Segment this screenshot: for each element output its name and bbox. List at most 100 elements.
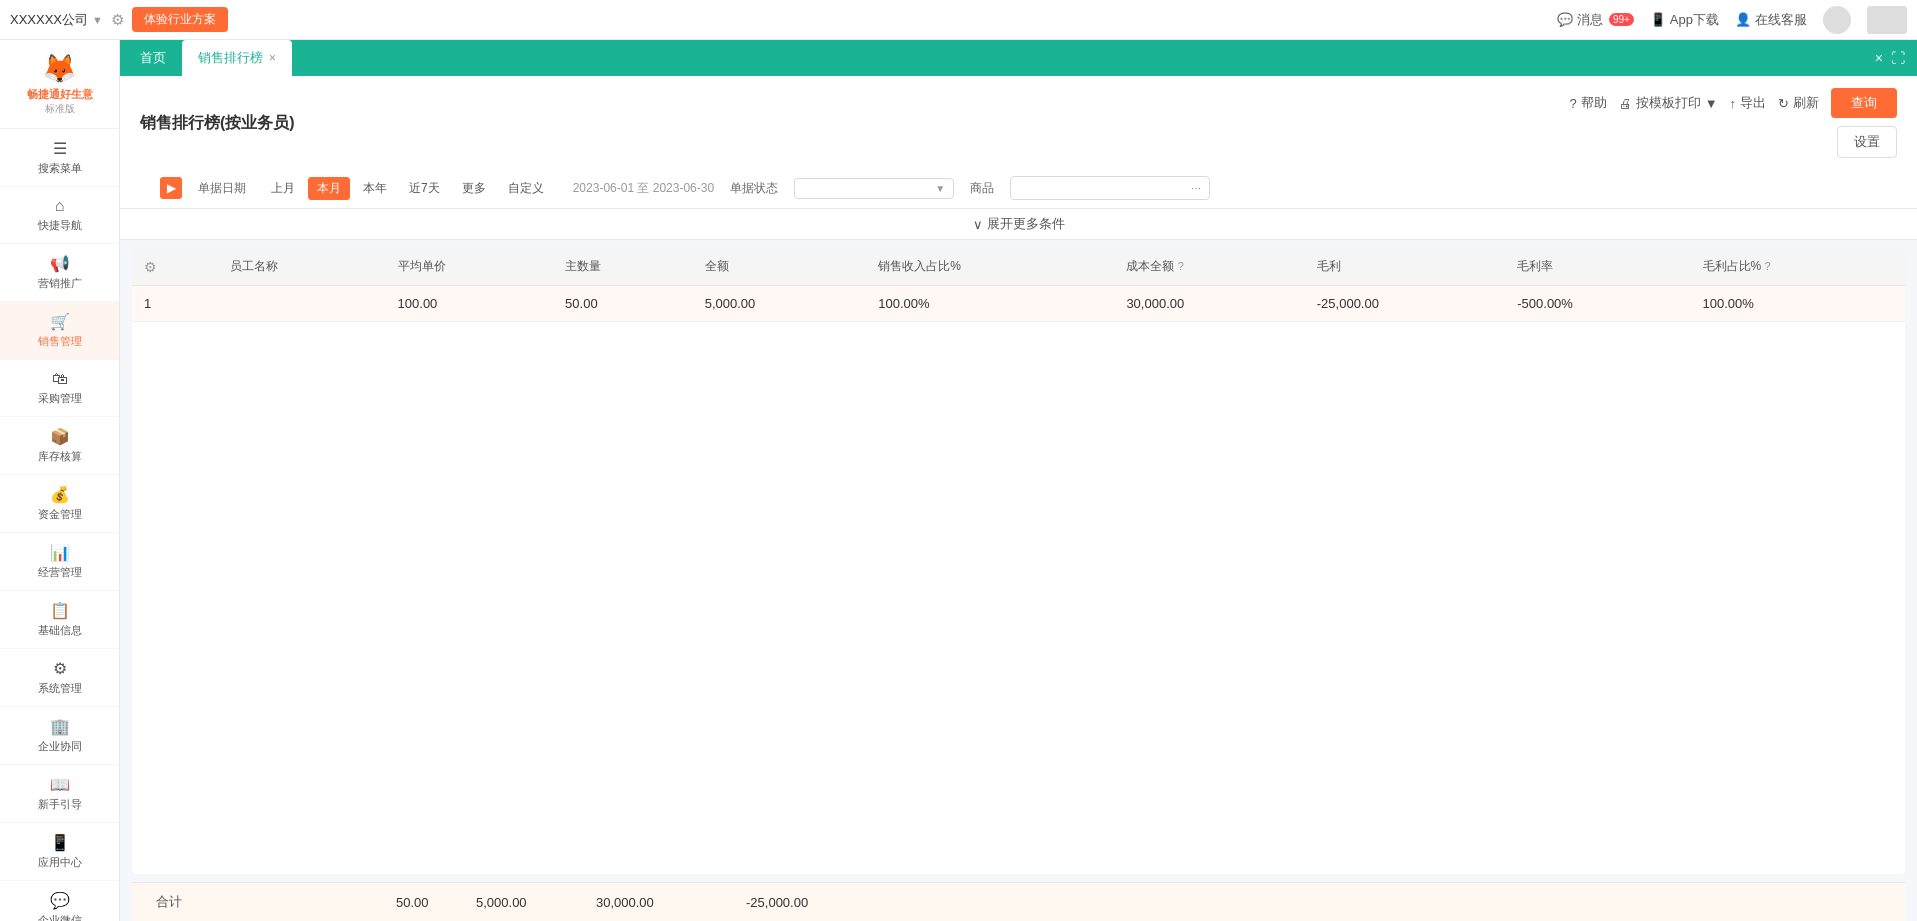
date-btn-custom[interactable]: 自定义 [499, 177, 553, 200]
sidebar-label-wechat: 企业微信 [38, 913, 82, 921]
status-label: 单据状态 [730, 180, 778, 197]
date-btn-7days[interactable]: 近7天 [400, 177, 449, 200]
sidebar-label-corp: 企业协同 [38, 739, 82, 754]
date-btn-more[interactable]: 更多 [453, 177, 495, 200]
sidebar-label-sales: 销售管理 [38, 334, 82, 349]
tab-maximize-icon[interactable]: ⛶ [1891, 50, 1905, 66]
sidebar-item-basic[interactable]: 📋 基础信息 [0, 591, 119, 649]
logo-icon: 🦊 [42, 52, 77, 85]
trial-button[interactable]: 体验行业方案 [132, 7, 228, 32]
sidebar-item-marketing[interactable]: 📢 营销推广 [0, 244, 119, 302]
page-header: 销售排行榜(按业务员) ? 帮助 🖨 按模板打印 ▼ [120, 76, 1917, 209]
help-button[interactable]: ? 帮助 [1569, 94, 1606, 112]
goods-input[interactable]: ··· [1010, 176, 1210, 200]
sales-icon: 🛒 [50, 312, 70, 331]
sidebar-item-system[interactable]: ⚙ 系统管理 [0, 649, 119, 707]
finance-icon: 💰 [50, 485, 70, 504]
sidebar-item-corp[interactable]: 🏢 企业协同 [0, 707, 119, 765]
sidebar-logo: 🦊 畅捷通好生意 标准版 [0, 40, 119, 129]
col-avg-price: 平均单价 [386, 248, 554, 286]
date-btn-this-year[interactable]: 本年 [354, 177, 396, 200]
col-qty: 主数量 [553, 248, 693, 286]
message-button[interactable]: 💬 消息 99+ [1557, 11, 1634, 29]
sidebar-item-purchase[interactable]: 🛍 采购管理 [0, 360, 119, 417]
guide-icon: 📖 [50, 775, 70, 794]
cell-cost: 30,000.00 [1114, 286, 1304, 322]
sidebar-item-operation[interactable]: 📊 经营管理 [0, 533, 119, 591]
filter-toggle-btn[interactable]: ▶ [160, 177, 182, 199]
top-bar: XXXXXX公司 ▼ ⚙ 体验行业方案 💬 消息 99+ 📱 App下载 👤 在… [0, 0, 1917, 40]
date-btn-this-month[interactable]: 本月 [308, 177, 350, 200]
gross-pct-help-icon[interactable]: ? [1765, 260, 1771, 272]
logo-sub: 标准版 [45, 102, 75, 116]
print-icon: 🖨 [1619, 96, 1632, 111]
avatar[interactable] [1823, 6, 1851, 34]
date-range: 2023-06-01 至 2023-06-30 [573, 180, 714, 197]
help-icon: ? [1569, 96, 1576, 111]
col-settings-icon[interactable]: ⚙ [144, 259, 157, 275]
status-select[interactable]: ▼ [794, 178, 954, 199]
cell-avg-price: 100.00 [386, 286, 554, 322]
sidebar-item-finance[interactable]: 💰 资金管理 [0, 475, 119, 533]
sidebar-label-search: 搜索菜单 [38, 161, 82, 176]
message-icon: 💬 [1557, 12, 1573, 27]
settings-button[interactable]: 设置 [1837, 126, 1897, 158]
refresh-icon: ↻ [1778, 96, 1789, 111]
home-icon: ⌂ [55, 197, 65, 215]
content-area: 首页 销售排行榜 × × ⛶ 销售排行榜(按业务员) ? [120, 40, 1917, 921]
company-settings-icon[interactable]: ⚙ [111, 11, 124, 29]
data-table: ⚙ 员工名称 平均单价 主数量 全额 销售收入占比% 成本全额 ? 毛利 毛利率… [132, 248, 1905, 322]
sidebar-label-finance: 资金管理 [38, 507, 82, 522]
goods-more-icon[interactable]: ··· [1191, 181, 1201, 195]
print-button[interactable]: 🖨 按模板打印 ▼ [1619, 94, 1718, 112]
purchase-icon: 🛍 [52, 370, 68, 388]
query-button[interactable]: 查询 [1831, 88, 1897, 118]
sidebar-item-apps[interactable]: 📱 应用中心 [0, 823, 119, 881]
main-layout: 🦊 畅捷通好生意 标准版 ☰ 搜索菜单 ⌂ 快捷导航 📢 营销推广 🛒 销售管理… [0, 40, 1917, 921]
print-chevron-icon: ▼ [1705, 96, 1718, 111]
cell-qty: 50.00 [553, 286, 693, 322]
sidebar-label-purchase: 采购管理 [38, 391, 82, 406]
tab-close-icon[interactable]: × [269, 51, 276, 65]
company-name: XXXXXX公司 [10, 11, 88, 29]
sidebar-item-wechat[interactable]: 💬 企业微信 [0, 881, 119, 921]
expand-button[interactable]: ∨ 展开更多条件 [973, 215, 1065, 233]
col-amount: 全额 [693, 248, 867, 286]
app-download-button[interactable]: 📱 App下载 [1650, 11, 1719, 29]
company-selector[interactable]: XXXXXX公司 ▼ [10, 11, 103, 29]
tab-home-label: 首页 [140, 49, 166, 67]
sidebar-label-quick: 快捷导航 [38, 218, 82, 233]
sidebar-label-operation: 经营管理 [38, 565, 82, 580]
cost-help-icon[interactable]: ? [1178, 260, 1184, 272]
filter-row: ▶ 单据日期 上月 本月 本年 近7天 更多 自定义 2023-06-01 至 … [140, 168, 1897, 208]
search-menu-icon: ☰ [53, 139, 67, 158]
wechat-icon: 💬 [50, 891, 70, 910]
col-gross: 毛利 [1305, 248, 1505, 286]
expand-row[interactable]: ∨ 展开更多条件 [120, 209, 1917, 240]
company-chevron-icon: ▼ [92, 14, 103, 26]
cell-gross-pct: 100.00% [1691, 286, 1905, 322]
tab-home[interactable]: 首页 [124, 40, 182, 76]
refresh-button[interactable]: ↻ 刷新 [1778, 94, 1819, 112]
tab-minimize-icon[interactable]: × [1875, 50, 1883, 66]
sidebar-item-sales[interactable]: 🛒 销售管理 [0, 302, 119, 360]
inventory-icon: 📦 [50, 427, 70, 446]
sidebar-label-apps: 应用中心 [38, 855, 82, 870]
cell-gross-rate: -500.00% [1505, 286, 1690, 322]
marketing-icon: 📢 [50, 254, 70, 273]
footer-qty: 50.00 [384, 895, 464, 910]
footer-total-label: 合计 [144, 893, 384, 911]
sidebar-item-guide[interactable]: 📖 新手引导 [0, 765, 119, 823]
tab-sales-ranking[interactable]: 销售排行榜 × [182, 40, 292, 76]
export-button[interactable]: ↑ 导出 [1730, 94, 1767, 112]
footer-amount: 5,000.00 [464, 895, 584, 910]
sidebar-item-search[interactable]: ☰ 搜索菜单 [0, 129, 119, 187]
sidebar-item-inventory[interactable]: 📦 库存核算 [0, 417, 119, 475]
expand-chevron-icon: ∨ [973, 217, 983, 232]
service-icon: 👤 [1735, 12, 1751, 27]
sidebar-item-quick[interactable]: ⌂ 快捷导航 [0, 187, 119, 244]
online-service-button[interactable]: 👤 在线客服 [1735, 11, 1807, 29]
date-btn-last-month[interactable]: 上月 [262, 177, 304, 200]
cell-gross: -25,000.00 [1305, 286, 1505, 322]
basic-icon: 📋 [50, 601, 70, 620]
